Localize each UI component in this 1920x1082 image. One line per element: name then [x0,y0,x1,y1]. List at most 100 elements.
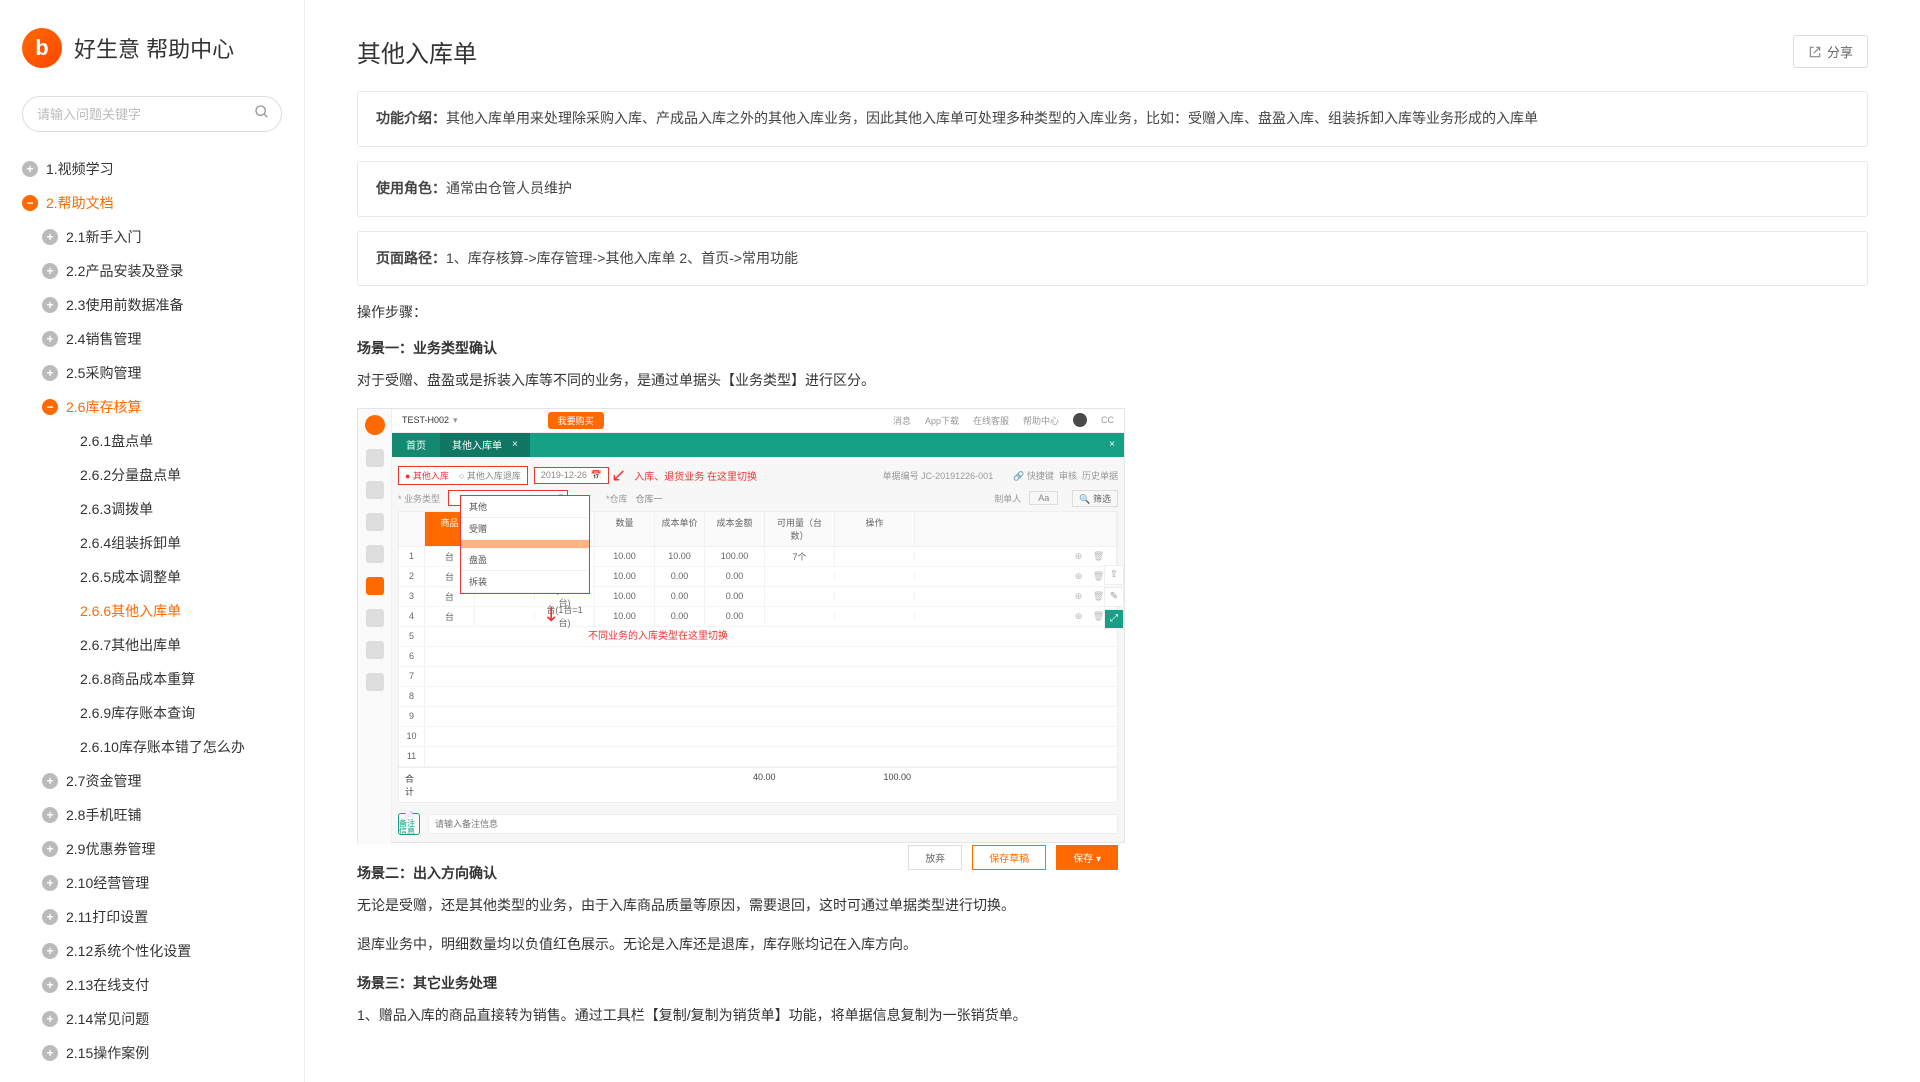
nav-item[interactable]: +2.5采购管理 [22,356,282,390]
app-screenshot: TEST-H002 ▾ 我要购买 消息 App下载 在线客服 帮助中心 CC 首… [357,408,1125,843]
ss-menu-icon-active [366,577,384,595]
nav-item[interactable]: +2.10经营管理 [22,866,282,900]
nav-item[interactable]: −2.帮助文档 [22,186,282,220]
ss-logo-icon [365,415,385,435]
plus-icon: + [42,977,58,993]
search-box [22,96,282,132]
ss-tabs: 首页 其他入库单 × [392,433,1124,457]
ss-label: * 业务类型 [398,492,440,505]
table-row: 11 [399,747,1117,767]
ss-tab-home: 首页 [392,433,440,457]
ss-maker: Aa [1029,491,1058,505]
ss-avatar-icon [1073,413,1087,427]
nav-item[interactable]: 2.6.1盘点单 [22,424,282,458]
nav-item[interactable]: +2.11打印设置 [22,900,282,934]
plus-icon: + [42,943,58,959]
nav-item-current[interactable]: 2.6.6其他入库单 [22,594,282,628]
ss-remark-icon: 📄备注信息 [398,813,420,835]
nav-item[interactable]: 2.6.3调拨单 [22,492,282,526]
nav-item[interactable]: +1.视频学习 [22,152,282,186]
ss-header: TEST-H002 ▾ 我要购买 消息 App下载 在线客服 帮助中心 CC [392,409,1124,433]
dd-item [461,540,589,549]
nav-item[interactable]: +2.8手机旺铺 [22,798,282,832]
ss-header-link: 帮助中心 [1023,414,1059,427]
plus-icon: + [42,841,58,857]
table-row: 4台台(1台=1台)10.000.000.00⊕ 🗑 [399,607,1117,627]
ss-tool-icon: ⤢ [1104,609,1124,629]
share-button[interactable]: 分享 [1793,35,1868,68]
table-row: 8 [399,687,1117,707]
steps-label: 操作步骤： [357,302,1868,322]
plus-icon: + [42,807,58,823]
th: 操作 [835,512,915,546]
ss-header-link: 在线客服 [973,414,1009,427]
nav-item[interactable]: 2.6.10库存账本错了怎么办 [22,730,282,764]
nav-item[interactable]: +2.15操作案例 [22,1036,282,1070]
search-icon[interactable] [254,104,270,125]
plus-icon: + [42,1011,58,1027]
ss-username: CC [1101,415,1114,425]
ss-tools: 🔗 快捷键 审核 历史单据 [1013,469,1118,482]
nav-item[interactable]: 2.6.8商品成本重算 [22,662,282,696]
nav-item[interactable]: 2.6.2分量盘点单 [22,458,282,492]
logo-row: b 好生意 帮助中心 [22,28,282,68]
dd-item: 其他 [461,496,589,518]
ss-menu-icon [366,481,384,499]
ss-dropdown: 其他 受赠 盘盈 拆装 [460,495,590,594]
dd-item: 受赠 [461,518,589,540]
nav-item[interactable]: +2.13在线支付 [22,968,282,1002]
table-row: 9 [399,707,1117,727]
plus-icon: + [42,297,58,313]
page-title: 其他入库单 [357,34,477,69]
nav-item[interactable]: 2.6.5成本调整单 [22,560,282,594]
ss-buy-button: 我要购买 [548,412,604,429]
ss-close-icon: × [1100,433,1124,457]
ss-menu-icon [366,513,384,531]
nav-item[interactable]: +2.3使用前数据准备 [22,288,282,322]
scene-heading: 场景三：其它业务处理 [357,973,1868,993]
ss-menu-icon [366,609,384,627]
nav-item[interactable]: +2.9优惠券管理 [22,832,282,866]
ss-remark-row: 📄备注信息 [398,813,1118,835]
ss-tenant: TEST-H002 [402,415,449,425]
ss-bill-no: 单据编号 JC-20191226-001 [883,469,994,482]
nav-item[interactable]: +2.2产品安装及登录 [22,254,282,288]
nav-item[interactable]: +2.4销售管理 [22,322,282,356]
table-row: 5 [399,627,1117,647]
nav-item[interactable]: +2.12系统个性化设置 [22,934,282,968]
site-link-1[interactable]: 好生意 [74,37,140,62]
nav-item[interactable]: 2.6.9库存账本查询 [22,696,282,730]
minus-icon: − [42,399,58,415]
search-input[interactable] [22,96,282,132]
scene-heading: 场景一：业务类型确认 [357,338,1868,358]
nav-item[interactable]: −2.6库存核算 [22,390,282,424]
scene-text: 无论是受赠，还是其他类型的业务，由于入库商品质量等原因，需要退回，这时可通过单据… [357,893,1868,918]
nav-item[interactable]: 2.6.4组装拆卸单 [22,526,282,560]
main-content: 其他入库单 分享 功能介绍：其他入库单用来处理除采购入库、产成品入库之外的其他入… [305,0,1920,1082]
ss-cancel-button: 放弃 [908,845,962,870]
nav-item[interactable]: 2.6.7其他出库单 [22,628,282,662]
ss-label: 制单人 [994,492,1021,505]
path-box: 页面路径：1、库存核算->库存管理->其他入库单 2、首页->常用功能 [357,231,1868,287]
ss-save-button: 保存 ▾ [1056,845,1118,870]
plus-icon: + [22,161,38,177]
nav-item[interactable]: +2.7资金管理 [22,764,282,798]
nav-item[interactable]: +2.14常见问题 [22,1002,282,1036]
ss-menu-icon [366,641,384,659]
plus-icon: + [42,263,58,279]
ss-tab-current: 其他入库单 [440,433,530,457]
ss-radio-in: ● 其他入库 [405,469,449,482]
nav-item[interactable]: +2.1新手入门 [22,220,282,254]
dd-item: 拆装 [461,571,589,593]
plus-icon: + [42,875,58,891]
ss-header-link: App下载 [925,414,959,427]
ss-radio-return: ○ 其他入库退库 [459,469,521,482]
ss-search-btn: 🔍 筛选 [1072,490,1118,507]
ss-side-tools: ⇧ ✎ ⤢ [1104,565,1124,631]
scene-text: 1、赠品入库的商品直接转为销售。通过工具栏【复制/复制为销货单】功能，将单据信息… [357,1003,1868,1028]
site-link-2[interactable]: 帮助中心 [146,37,234,62]
minus-icon: − [22,195,38,211]
th [1067,512,1117,546]
ss-label: *仓库 [606,492,628,505]
ss-warehouse: 仓库一 [636,492,663,505]
